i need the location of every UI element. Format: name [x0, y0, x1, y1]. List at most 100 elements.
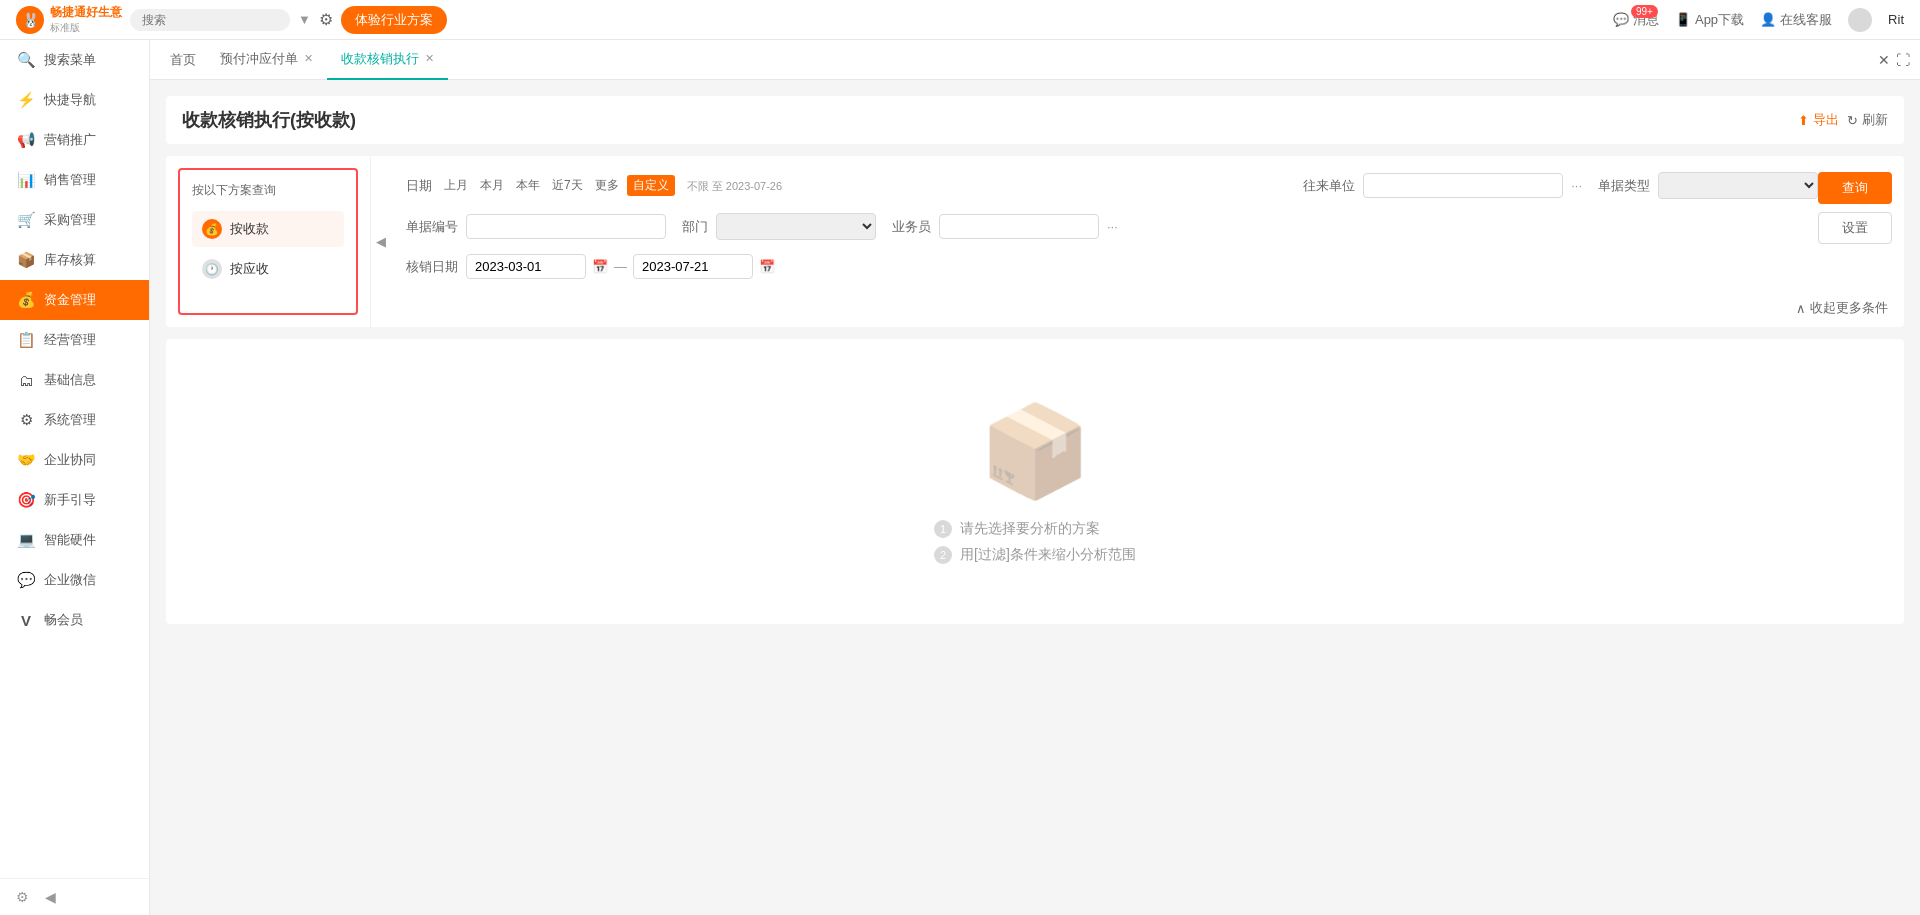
- sidebar-item-purchase[interactable]: 🛒 采购管理: [0, 200, 149, 240]
- operation-icon: 📋: [16, 331, 36, 349]
- date-shortcut-this-year[interactable]: 本年: [512, 175, 544, 196]
- date-shortcut-custom[interactable]: 自定义: [627, 175, 675, 196]
- unit-input[interactable]: [1363, 173, 1563, 198]
- sidebar: 🔍 搜索菜单 ⚡ 快捷导航 📢 营销推广 📊 销售管理 🛒 采购管理 📦 库存核…: [0, 40, 150, 915]
- doc-num-input[interactable]: [466, 214, 666, 239]
- tip-text-2: 用[过滤]条件来缩小分析范围: [960, 546, 1136, 564]
- sidebar-item-operation[interactable]: 📋 经营管理: [0, 320, 149, 360]
- tab-close-icon[interactable]: ✕: [425, 52, 434, 65]
- chevron-up-icon: ∧: [1796, 301, 1806, 316]
- purchase-icon: 🛒: [16, 211, 36, 229]
- system-icon: ⚙: [16, 411, 36, 429]
- calendar-icon[interactable]: 📅: [592, 259, 608, 274]
- finance-icon: 💰: [16, 291, 36, 309]
- tab-home[interactable]: 首页: [160, 51, 206, 69]
- tip-text-1: 请先选择要分析的方案: [960, 520, 1100, 538]
- sidebar-item-collab[interactable]: 🤝 企业协同: [0, 440, 149, 480]
- collapse-button[interactable]: ◀: [370, 156, 390, 327]
- tab-expand-icon[interactable]: ⛶: [1896, 52, 1910, 68]
- writeoff-start-input[interactable]: [466, 254, 586, 279]
- search-icon: 🔍: [16, 51, 36, 69]
- sidebar-item-basic[interactable]: 🗂 基础信息: [0, 360, 149, 400]
- staff-input[interactable]: [939, 214, 1099, 239]
- page-content: 收款核销执行(按收款) ⬆ 导出 ↻ 刷新 按以下方案查询: [150, 80, 1920, 915]
- content-area: 首页 预付冲应付单 ✕ 收款核销执行 ✕ ✕ ⛶ 收款核销执行(按收款) ⬆: [150, 40, 1920, 915]
- avatar[interactable]: [1848, 8, 1872, 32]
- sidebar-collapse-icon[interactable]: ◀: [45, 889, 56, 905]
- date-shortcut-more[interactable]: 更多: [591, 175, 623, 196]
- dept-label: 部门: [682, 218, 708, 236]
- filter-option-by-receivable[interactable]: 🕐 按应收: [192, 251, 344, 287]
- filter-left-panel: 按以下方案查询 💰 按收款 🕐 按应收: [178, 168, 358, 315]
- export-icon: ⬆: [1798, 113, 1809, 128]
- sidebar-item-hardware[interactable]: 💻 智能硬件: [0, 520, 149, 560]
- sidebar-item-marketing[interactable]: 📢 营销推广: [0, 120, 149, 160]
- date-shortcut-last-month[interactable]: 上月: [440, 175, 472, 196]
- hardware-icon: 💻: [16, 531, 36, 549]
- tab-close-all-icon[interactable]: ✕: [1878, 52, 1890, 68]
- filter-option-label: 按应收: [230, 260, 269, 278]
- writeoff-date-field: 核销日期 📅 — 📅: [406, 254, 775, 279]
- date-shortcut-7days[interactable]: 近7天: [548, 175, 587, 196]
- action-buttons: 查询 设置: [1818, 156, 1904, 293]
- filter-settings-button[interactable]: 设置: [1818, 212, 1892, 244]
- sidebar-item-label: 销售管理: [44, 171, 96, 189]
- dept-select[interactable]: [716, 213, 876, 240]
- search-input[interactable]: [130, 9, 290, 31]
- online-service-button[interactable]: 👤 在线客服: [1760, 11, 1832, 29]
- message-button[interactable]: 💬 消息 99+: [1613, 11, 1659, 29]
- export-button[interactable]: ⬆ 导出: [1798, 111, 1839, 129]
- dropdown-arrow-icon[interactable]: ▼: [298, 12, 311, 27]
- writeoff-end-input[interactable]: [633, 254, 753, 279]
- unit-dots[interactable]: ···: [1571, 178, 1582, 193]
- sidebar-item-nav[interactable]: ⚡ 快捷导航: [0, 80, 149, 120]
- calendar-icon-2[interactable]: 📅: [759, 259, 775, 274]
- collab-icon: 🤝: [16, 451, 36, 469]
- doc-num-field: 单据编号: [406, 214, 666, 239]
- topbar-right: 💬 消息 99+ 📱 App下载 👤 在线客服 Rit: [1613, 8, 1904, 32]
- receipt-option-icon: 💰: [202, 219, 222, 239]
- unit-field: 往来单位 ···: [1303, 173, 1582, 198]
- sidebar-settings-icon[interactable]: ⚙: [16, 889, 29, 905]
- sidebar-item-wechat[interactable]: 💬 企业微信: [0, 560, 149, 600]
- collapse-icon: ◀: [376, 234, 386, 249]
- staff-dots[interactable]: ···: [1107, 219, 1118, 234]
- doc-type-select[interactable]: [1658, 172, 1818, 199]
- tab-bar: 首页 预付冲应付单 ✕ 收款核销执行 ✕ ✕ ⛶: [150, 40, 1920, 80]
- sidebar-item-finance[interactable]: 💰 资金管理: [0, 280, 149, 320]
- date-field: 日期 上月 本月 本年 近7天 更多 自定义: [406, 175, 782, 196]
- date-shortcut-this-month[interactable]: 本月: [476, 175, 508, 196]
- writeoff-date-label: 核销日期: [406, 258, 458, 276]
- sidebar-bottom: ⚙ ◀: [0, 878, 149, 915]
- sidebar-item-sales[interactable]: 📊 销售管理: [0, 160, 149, 200]
- tip-num-2: 2: [934, 546, 952, 564]
- date-label: 日期: [406, 177, 432, 195]
- page-header: 收款核销执行(按收款) ⬆ 导出 ↻ 刷新: [166, 96, 1904, 144]
- settings-icon[interactable]: ⚙: [319, 10, 333, 29]
- industry-button[interactable]: 体验行业方案: [341, 6, 447, 34]
- collapse-more-button[interactable]: ∧ 收起更多条件: [1796, 299, 1888, 317]
- query-button[interactable]: 查询: [1818, 172, 1892, 204]
- message-badge: 99+: [1631, 5, 1658, 18]
- app-download-button[interactable]: 📱 App下载: [1675, 11, 1744, 29]
- tab-close-icon[interactable]: ✕: [304, 52, 313, 65]
- page-header-actions: ⬆ 导出 ↻ 刷新: [1798, 111, 1888, 129]
- tip-num-1: 1: [934, 520, 952, 538]
- tab-prepay[interactable]: 预付冲应付单 ✕: [206, 40, 327, 80]
- sidebar-item-system[interactable]: ⚙ 系统管理: [0, 400, 149, 440]
- username: Rit: [1888, 12, 1904, 27]
- sales-icon: 📊: [16, 171, 36, 189]
- sidebar-item-guide[interactable]: 🎯 新手引导: [0, 480, 149, 520]
- sidebar-item-member[interactable]: V 畅会员: [0, 600, 149, 640]
- marketing-icon: 📢: [16, 131, 36, 149]
- tab-writeoff[interactable]: 收款核销执行 ✕: [327, 40, 448, 80]
- page-title: 收款核销执行(按收款): [182, 108, 356, 132]
- refresh-button[interactable]: ↻ 刷新: [1847, 111, 1888, 129]
- sidebar-item-inventory[interactable]: 📦 库存核算: [0, 240, 149, 280]
- brand-text: 畅捷通好生意 标准版: [50, 4, 122, 35]
- sidebar-item-search[interactable]: 🔍 搜索菜单: [0, 40, 149, 80]
- filter-option-by-receipt[interactable]: 💰 按收款: [192, 211, 344, 247]
- empty-tip-1: 1 请先选择要分析的方案: [934, 520, 1136, 538]
- staff-field: 业务员 ···: [892, 214, 1118, 239]
- sidebar-item-label: 基础信息: [44, 371, 96, 389]
